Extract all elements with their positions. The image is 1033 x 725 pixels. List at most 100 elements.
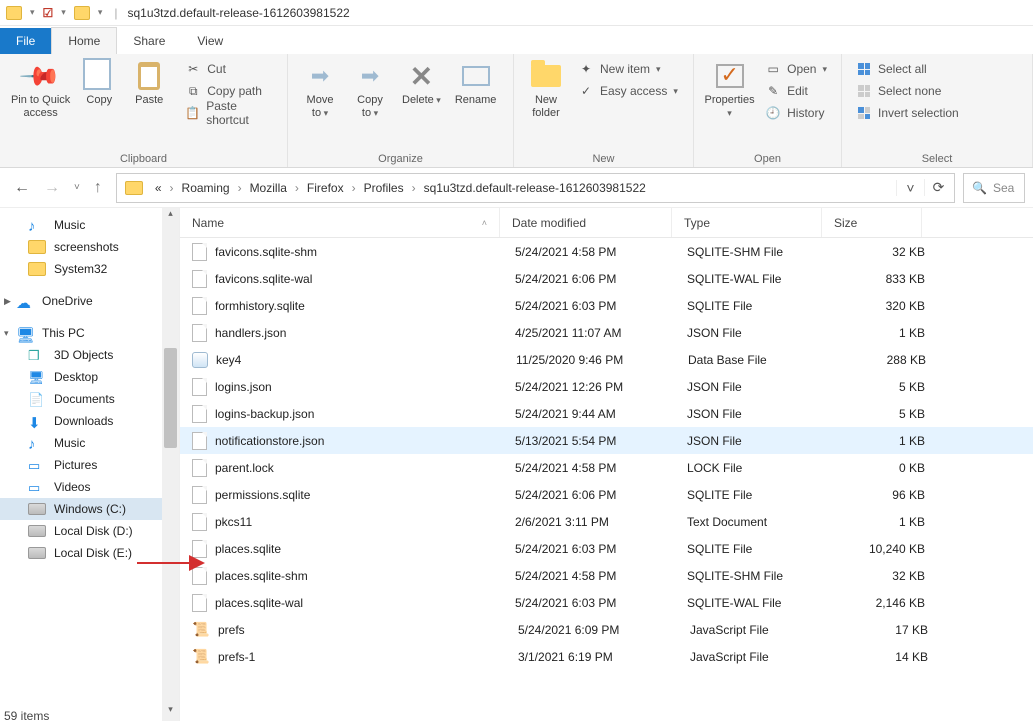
move-to-button[interactable]: ➡Move to [298,58,342,122]
breadcrumb-segment[interactable]: sq1u3tzd.default-release-1612603981522 [418,181,652,195]
recent-locations-button[interactable]: ˅ [74,182,80,193]
paste-shortcut-button[interactable]: 📋Paste shortcut [181,102,277,124]
invert-selection-button[interactable]: Invert selection [852,102,963,124]
column-date[interactable]: Date modified [500,208,672,237]
nav-scrollbar[interactable]: ▴ ▾ [162,208,179,721]
tab-file[interactable]: File [0,28,51,54]
nav-this-pc[interactable]: ▾🖥This PC [0,322,179,344]
file-row[interactable]: pkcs112/6/2021 3:11 PMText Document1 KB [180,508,1033,535]
column-type[interactable]: Type [672,208,822,237]
file-row[interactable]: logins.json5/24/2021 12:26 PMJSON File5 … [180,373,1033,400]
scroll-up-icon[interactable]: ▴ [162,208,179,225]
file-row[interactable]: favicons.sqlite-wal5/24/2021 6:06 PMSQLI… [180,265,1033,292]
paste-button[interactable]: Paste [127,58,171,109]
properties-icon [716,64,744,88]
file-date: 5/24/2021 4:58 PM [515,461,687,475]
file-row[interactable]: parent.lock5/24/2021 4:58 PMLOCK File0 K… [180,454,1033,481]
copy-button[interactable]: Copy [77,58,121,109]
back-button[interactable]: ← [14,179,30,197]
history-button[interactable]: 🕘History [761,102,831,124]
forward-button[interactable]: → [44,179,60,197]
file-row[interactable]: places.sqlite5/24/2021 6:03 PMSQLITE Fil… [180,535,1033,562]
nav-item-label: Music [54,436,85,450]
cut-button[interactable]: ✂Cut [181,58,277,80]
up-button[interactable]: ↑ [94,179,102,197]
nav-item[interactable]: ▭Videos [0,476,179,498]
select-all-button[interactable]: Select all [852,58,963,80]
checkmark-icon[interactable]: ☑ [43,6,54,20]
nav-item[interactable]: 🖥Desktop [0,366,179,388]
search-box[interactable]: 🔍 Sea [963,173,1025,203]
rename-button[interactable]: Rename [451,58,501,109]
qat-dropdown-icon[interactable]: ▾ [61,7,66,18]
file-icon [192,297,207,315]
breadcrumb-segment[interactable]: Profiles [358,181,410,195]
new-folder-button[interactable]: New folder [524,58,568,122]
select-none-button[interactable]: Select none [852,80,963,102]
open-button[interactable]: ▭Open [761,58,831,80]
address-dropdown-button[interactable]: ˅ [896,180,924,196]
file-name: formhistory.sqlite [215,299,515,313]
file-name: logins.json [215,380,515,394]
tab-view[interactable]: View [181,28,239,54]
file-row[interactable]: favicons.sqlite-shm5/24/2021 4:58 PMSQLI… [180,238,1033,265]
file-date: 5/24/2021 12:26 PM [515,380,687,394]
qat-overflow-icon[interactable]: ▾ [98,7,103,18]
delete-button[interactable]: ✕Delete [398,58,445,109]
edit-button[interactable]: ✎Edit [761,80,831,102]
file-date: 5/24/2021 6:03 PM [515,542,687,556]
nav-item[interactable]: ⬇Downloads [0,410,179,432]
nav-item[interactable]: ▭Pictures [0,454,179,476]
nav-item[interactable]: Local Disk (D:) [0,520,179,542]
nav-item[interactable]: ❒3D Objects [0,344,179,366]
nav-item[interactable]: screenshots [0,236,179,258]
collapse-icon[interactable]: ▾ [4,328,9,339]
column-name[interactable]: Name˄ [180,208,500,237]
nav-item[interactable]: Local Disk (E:) [0,542,179,564]
easy-access-button[interactable]: ✓Easy access [574,80,682,102]
breadcrumb-segment[interactable]: Mozilla [244,181,293,195]
refresh-button[interactable]: ⟳ [924,179,952,196]
sort-indicator-icon: ˄ [442,218,487,228]
scroll-down-icon[interactable]: ▾ [162,704,179,721]
nav-item[interactable]: ♪Music [0,432,179,454]
file-type: JSON File [687,434,837,448]
properties-button[interactable]: Properties [704,58,755,122]
file-row[interactable]: 📜prefs5/24/2021 6:09 PMJavaScript File17… [180,616,1033,643]
file-row[interactable]: key411/25/2020 9:46 PMData Base File288 … [180,346,1033,373]
expand-icon[interactable]: ▶ [4,296,11,307]
nav-item[interactable]: Windows (C:) [0,498,179,520]
nav-item[interactable]: ♪Music [0,214,179,236]
scroll-thumb[interactable] [164,348,177,448]
file-row[interactable]: notificationstore.json5/13/2021 5:54 PMJ… [180,427,1033,454]
file-row[interactable]: 📜prefs-13/1/2021 6:19 PMJavaScript File1… [180,643,1033,670]
qat-dropdown-icon[interactable]: ▾ [30,7,35,18]
address-row: ← → ˅ ↑ «›Roaming›Mozilla›Firefox›Profil… [0,168,1033,208]
select-none-icon [856,83,872,99]
pin-quick-access-button[interactable]: 📌 Pin to Quick access [10,58,71,122]
address-bar[interactable]: «›Roaming›Mozilla›Firefox›Profiles›sq1u3… [116,173,955,203]
tab-share[interactable]: Share [117,28,181,54]
file-row[interactable]: handlers.json4/25/2021 11:07 AMJSON File… [180,319,1033,346]
file-row[interactable]: permissions.sqlite5/24/2021 6:06 PMSQLIT… [180,481,1033,508]
breadcrumb-segment[interactable]: Roaming [176,181,236,195]
file-type: SQLITE-WAL File [687,272,837,286]
select-all-icon [856,61,872,77]
tab-home[interactable]: Home [51,27,117,54]
file-row[interactable]: places.sqlite-wal5/24/2021 6:03 PMSQLITE… [180,589,1033,616]
copy-to-button[interactable]: ➡Copy to [348,58,392,122]
file-type: Data Base File [688,353,838,367]
file-row[interactable]: places.sqlite-shm5/24/2021 4:58 PMSQLITE… [180,562,1033,589]
new-item-button[interactable]: ✦New item [574,58,682,80]
file-type: SQLITE-SHM File [687,245,837,259]
column-size[interactable]: Size [822,208,922,237]
column-headers: Name˄ Date modified Type Size [180,208,1033,238]
nav-onedrive[interactable]: ▶☁OneDrive [0,290,179,312]
breadcrumb-segment[interactable]: « [149,181,168,195]
file-row[interactable]: formhistory.sqlite5/24/2021 6:03 PMSQLIT… [180,292,1033,319]
nav-item[interactable]: System32 [0,258,179,280]
chevron-right-icon: › [168,181,176,195]
breadcrumb-segment[interactable]: Firefox [301,181,350,195]
nav-item[interactable]: 📄Documents [0,388,179,410]
file-row[interactable]: logins-backup.json5/24/2021 9:44 AMJSON … [180,400,1033,427]
